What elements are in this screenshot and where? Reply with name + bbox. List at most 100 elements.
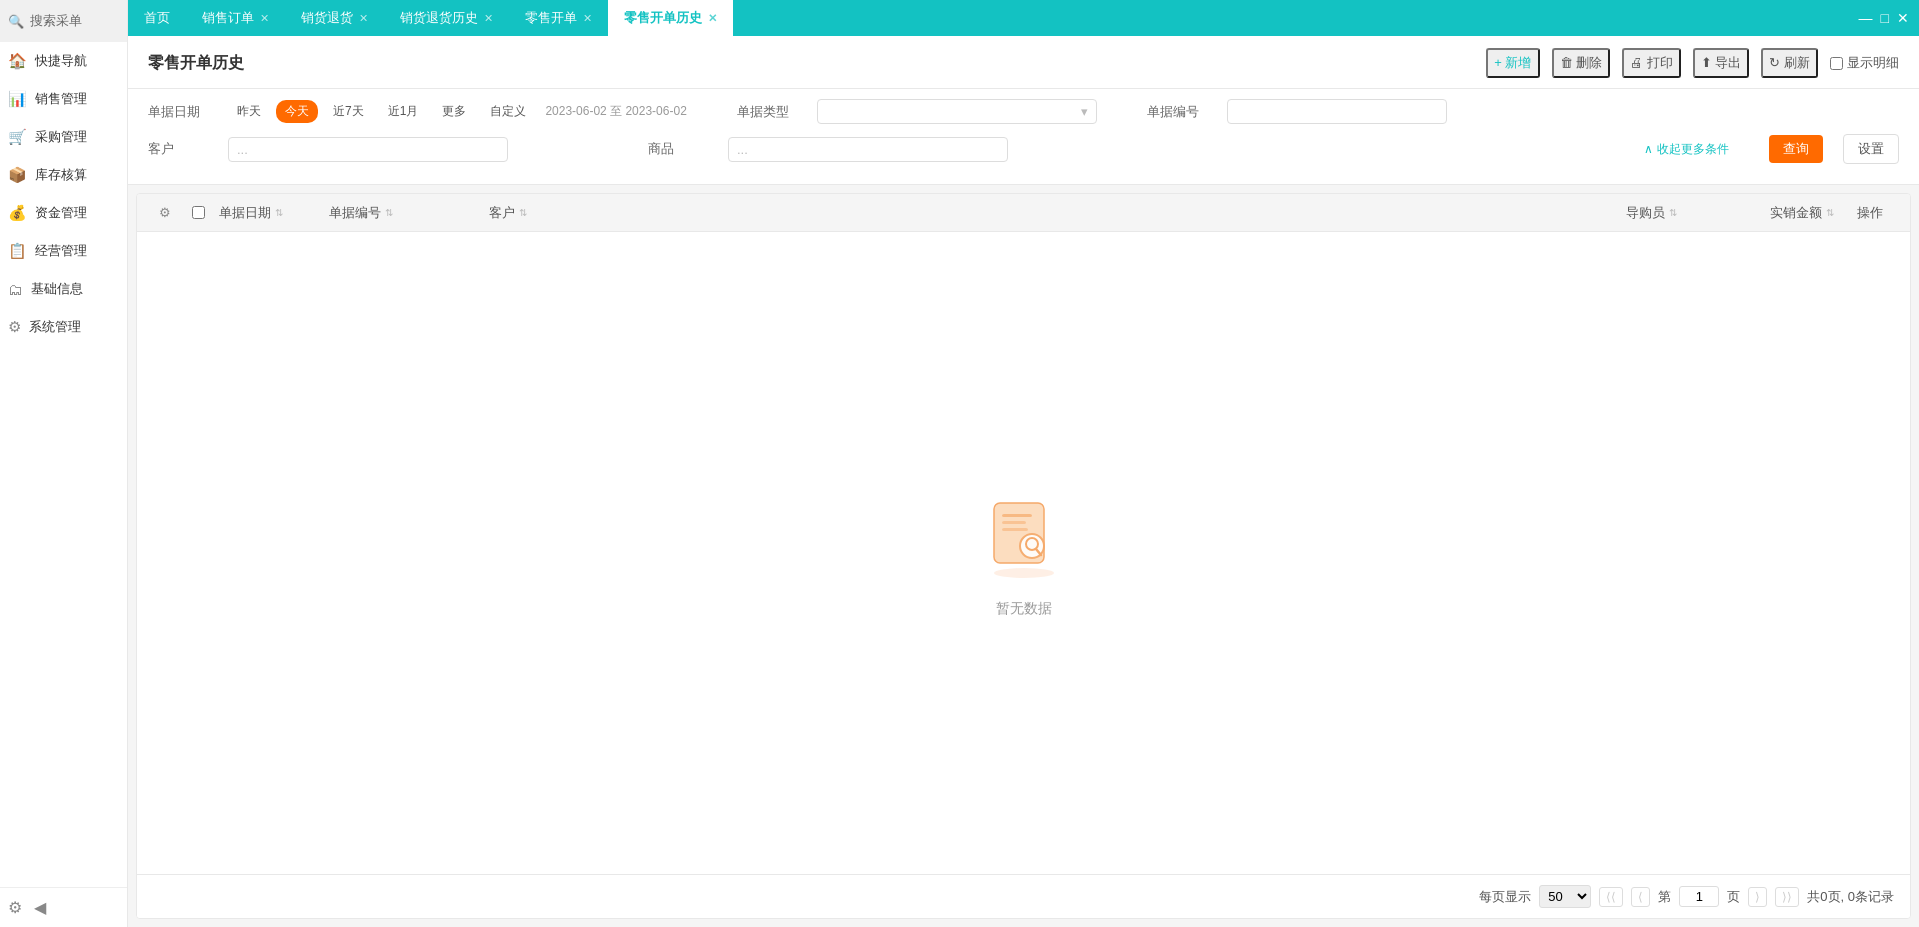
col-header-date[interactable]: 单据日期 ⇅	[213, 204, 323, 222]
add-button[interactable]: + 新增	[1486, 48, 1539, 78]
tab-close-icon[interactable]: ✕	[484, 12, 493, 25]
filter-row-2: 客户 ... 商品 ... ∧ 收起更多条件 查询 设置	[148, 134, 1899, 164]
sidebar-item-finance[interactable]: 💰 资金管理	[0, 194, 127, 232]
empty-state: 暂无数据	[137, 232, 1910, 874]
sidebar-item-sales-mgmt[interactable]: 📊 销售管理	[0, 80, 127, 118]
page-number-input[interactable]	[1679, 886, 1719, 907]
doc-num-label: 单据编号	[1147, 103, 1207, 121]
page-label-suf: 页	[1727, 888, 1740, 906]
customer-input[interactable]: ...	[228, 137, 508, 162]
box-icon: 📦	[8, 166, 27, 184]
collapse-label: 收起更多条件	[1657, 141, 1729, 158]
col-header-guide[interactable]: 导购员 ⇅	[1620, 204, 1740, 222]
col-label: 客户	[489, 204, 515, 222]
tab-close-icon[interactable]: ✕	[359, 12, 368, 25]
product-input[interactable]: ...	[728, 137, 1008, 162]
sort-icon: ⇅	[519, 207, 527, 218]
chevron-up-icon: ∧	[1644, 142, 1653, 156]
collapse-btn[interactable]: ∧ 收起更多条件	[1644, 141, 1729, 158]
page-last-btn[interactable]: ⟩⟩	[1775, 887, 1799, 907]
sidebar-item-base-info[interactable]: 🗂 基础信息	[0, 270, 127, 308]
settings-button[interactable]: 设置	[1843, 134, 1899, 164]
chevron-down-icon: ▾	[1081, 104, 1088, 119]
col-header-action: 操作	[1840, 204, 1900, 222]
customer-label: 客户	[148, 140, 208, 158]
page-prev-btn[interactable]: ⟨	[1631, 887, 1650, 907]
product-placeholder: ...	[737, 142, 748, 157]
sidebar-item-label: 快捷导航	[35, 52, 87, 70]
tab-retail-open[interactable]: 零售开单 ✕	[509, 0, 608, 36]
date-btn-1month[interactable]: 近1月	[379, 100, 428, 123]
collapse-sidebar-icon[interactable]: ◀	[34, 898, 46, 917]
tab-close-icon[interactable]: ✕	[708, 12, 717, 25]
table-select-all[interactable]	[183, 206, 213, 219]
page-header: 零售开单历史 + 新增 🗑 删除 🖨 打印 ⬆ 导出 ↻ 刷新 显示明细	[128, 36, 1919, 89]
tab-bar-right: — □ ✕	[1859, 10, 1919, 26]
per-page-select[interactable]: 50 10 20 100	[1539, 885, 1591, 908]
query-button[interactable]: 查询	[1769, 135, 1823, 163]
tab-sales-return-history[interactable]: 销货退货历史 ✕	[384, 0, 509, 36]
total-info: 共0页, 0条记录	[1807, 888, 1894, 906]
cart-icon: 🛒	[8, 128, 27, 146]
settings-bottom-icon[interactable]: ⚙	[8, 898, 22, 917]
sidebar-item-operations[interactable]: 📋 经营管理	[0, 232, 127, 270]
empty-state-icon	[974, 488, 1074, 588]
page-title: 零售开单历史	[148, 53, 244, 74]
search-icon: 🔍	[8, 14, 24, 29]
page-title-row: 零售开单历史 + 新增 🗑 删除 🖨 打印 ⬆ 导出 ↻ 刷新 显示明细	[148, 48, 1899, 78]
sidebar-item-label: 库存核算	[35, 166, 87, 184]
per-page-label: 每页显示	[1479, 888, 1531, 906]
tab-home[interactable]: 首页	[128, 0, 186, 36]
export-button[interactable]: ⬆ 导出	[1693, 48, 1750, 78]
date-btn-custom[interactable]: 自定义	[481, 100, 535, 123]
sidebar-item-purchase-mgmt[interactable]: 🛒 采购管理	[0, 118, 127, 156]
col-label: 单据编号	[329, 204, 381, 222]
sidebar-item-sys-mgmt[interactable]: ⚙ 系统管理	[0, 308, 127, 346]
doc-type-label: 单据类型	[737, 103, 797, 121]
refresh-button[interactable]: ↻ 刷新	[1761, 48, 1818, 78]
display-detail-checkbox[interactable]	[1830, 57, 1843, 70]
table-settings-icon[interactable]: ⚙	[147, 205, 183, 220]
table-area: ⚙ 单据日期 ⇅ 单据编号 ⇅ 客户 ⇅ 导购员 ⇅	[136, 193, 1911, 919]
sidebar-item-label: 资金管理	[35, 204, 87, 222]
print-button[interactable]: 🖨 打印	[1622, 48, 1681, 78]
col-header-num[interactable]: 单据编号 ⇅	[323, 204, 483, 222]
tab-sales-return[interactable]: 销货退货 ✕	[285, 0, 384, 36]
delete-button[interactable]: 🗑 删除	[1552, 48, 1611, 78]
window-close-icon[interactable]: ✕	[1897, 10, 1909, 26]
date-btn-today[interactable]: 今天	[276, 100, 318, 123]
sidebar-item-label: 采购管理	[35, 128, 87, 146]
date-btn-7days[interactable]: 近7天	[324, 100, 373, 123]
sort-icon: ⇅	[275, 207, 283, 218]
date-btn-more[interactable]: 更多	[433, 100, 475, 123]
customer-placeholder: ...	[237, 142, 248, 157]
date-btn-yesterday[interactable]: 昨天	[228, 100, 270, 123]
window-min-icon[interactable]: —	[1859, 10, 1873, 26]
col-header-customer[interactable]: 客户 ⇅	[483, 204, 1620, 222]
page-first-btn[interactable]: ⟨⟨	[1599, 887, 1623, 907]
sidebar-search-label: 搜索采单	[30, 12, 82, 30]
tab-close-icon[interactable]: ✕	[260, 12, 269, 25]
sidebar-item-inventory[interactable]: 📦 库存核算	[0, 156, 127, 194]
display-detail-label[interactable]: 显示明细	[1830, 54, 1899, 72]
tab-close-icon[interactable]: ✕	[583, 12, 592, 25]
tab-label: 零售开单历史	[624, 9, 702, 27]
sidebar-item-label: 基础信息	[31, 280, 83, 298]
sidebar-search[interactable]: 🔍 搜索采单	[0, 0, 127, 42]
col-header-amount[interactable]: 实销金额 ⇅	[1740, 204, 1840, 222]
tab-home-label: 首页	[144, 9, 170, 27]
sort-icon: ⇅	[385, 207, 393, 218]
select-all-checkbox[interactable]	[192, 206, 205, 219]
doc-type-select[interactable]: ▾	[817, 99, 1097, 124]
doc-num-input[interactable]	[1227, 99, 1447, 124]
chart-icon: 📊	[8, 90, 27, 108]
page-next-btn[interactable]: ⟩	[1748, 887, 1767, 907]
window-max-icon[interactable]: □	[1881, 10, 1889, 26]
sidebar-item-quick-nav[interactable]: 🏠 快捷导航	[0, 42, 127, 80]
clipboard-icon: 📋	[8, 242, 27, 260]
tab-sales-order[interactable]: 销售订单 ✕	[186, 0, 285, 36]
sidebar-item-label: 系统管理	[29, 318, 81, 336]
sidebar-item-label: 经营管理	[35, 242, 87, 260]
tab-retail-history[interactable]: 零售开单历史 ✕	[608, 0, 733, 36]
home-icon: 🏠	[8, 52, 27, 70]
